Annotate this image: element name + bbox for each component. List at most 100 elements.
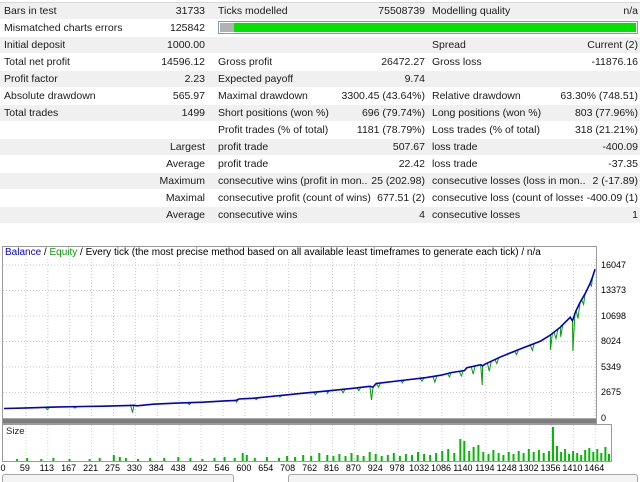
stat-label: Initial deposit (4, 39, 66, 51)
x-axis-tick-label: 1302 (518, 463, 539, 473)
x-axis-tick-label: 1086 (430, 463, 452, 473)
stats-row: Maximum consecutive wins (profit in mon..… (0, 173, 640, 190)
x-axis-tick-label: 762 (302, 463, 318, 473)
x-axis-tick-label: 708 (280, 463, 296, 473)
x-axis-tick-label: 1410 (562, 463, 583, 473)
x-axis-tick-label: 1464 (584, 463, 605, 473)
x-axis-tick-label: 275 (104, 463, 121, 473)
stats-cell: profit trade 22.42 (218, 158, 425, 170)
stats-row: Largest profit trade 507.67 loss trade -400.… (0, 139, 640, 156)
stat-label: profit trade (218, 158, 269, 170)
stat-value: 31733 (175, 5, 205, 17)
progress-fill-segment (234, 23, 636, 32)
stats-cell: Maximal (4, 192, 205, 204)
x-axis-tick-label: 0 (0, 463, 6, 473)
stats-cell: Maximum (4, 175, 205, 187)
chart-legend: Balance / Equity / Every tick (the most … (3, 247, 596, 259)
x-axis-tick-label: 113 (39, 463, 54, 473)
stats-cell: profit trade 507.67 (218, 141, 425, 153)
x-axis-tick-label: 924 (367, 463, 383, 473)
stat-label: consecutive wins (218, 209, 298, 221)
stats-row: Bars in test 31733 Ticks modelled 75508739 M… (0, 3, 640, 20)
stats-cell: Bars in test 31733 (4, 5, 205, 17)
stat-value: 2.23 (184, 73, 205, 85)
equity-legend-label: Equity (49, 247, 78, 258)
stat-value: Average (166, 158, 205, 170)
x-axis-tick-label: 816 (323, 463, 340, 473)
stats-row: Profit factor 2.23 Expected payoff 9.74 (0, 71, 640, 88)
x-axis-labels: 0 59 113 167 221 275 330 384 438 492 546 600 654 708 7… (0, 463, 640, 473)
stats-row: Total net profit 14596.12 Gross profit 2647… (0, 54, 640, 71)
stats-cell: Total trades 1499 (4, 107, 205, 119)
stat-label: Spread (432, 39, 466, 51)
stat-label: Bars in test (4, 5, 57, 17)
stats-cell: Gross profit 26472.27 (218, 56, 425, 68)
stat-value: 565.97 (172, 90, 205, 102)
x-axis-tick-label: 1248 (496, 463, 517, 473)
stat-label: Gross profit (218, 56, 273, 68)
stat-label: Total trades (4, 107, 59, 119)
stats-cell: Profit trades (% of total) 1181 (78.79%) (218, 124, 425, 136)
stats-row: Maximal consecutive profit (count of wins… (0, 190, 640, 207)
stat-label: Maximal drawdown (218, 90, 308, 102)
stat-label: Profit factor (4, 73, 58, 85)
x-axis-tick-label: 438 (170, 463, 186, 473)
stat-label: profit trade (218, 141, 269, 153)
stats-row: Absolute drawdown 565.97 Maximal drawdown 3… (0, 88, 640, 105)
x-axis-tick-label: 492 (192, 463, 208, 473)
stat-label: Loss trades (% of total) (432, 124, 540, 136)
stat-label: consecutive profit (count of wins) (218, 192, 371, 204)
y-axis-tick-label: 2675 (601, 387, 622, 398)
x-axis-tick-label: 1356 (540, 463, 561, 473)
x-axis-tick-label: 600 (236, 463, 252, 473)
stats-row: Average consecutive wins 4 consecutive loss… (0, 207, 640, 224)
size-histogram-panel: Size (2, 424, 612, 462)
stat-value: 1181 (78.79%) (356, 124, 425, 136)
stats-cell: consecutive wins (profit in mon.. 25 (202… (218, 175, 425, 187)
stats-cell: consecutive wins 4 (218, 209, 425, 221)
stat-value: Maximum (159, 175, 205, 187)
stat-label: Expected payoff (218, 73, 294, 85)
stat-label: Long positions (won %) (432, 107, 542, 119)
stats-cell: Total net profit 14596.12 (4, 56, 205, 68)
stats-cell: Ticks modelled 75508739 (218, 5, 425, 17)
stat-value: 696 (79.74%) (361, 107, 425, 119)
size-histogram (16, 425, 610, 461)
stat-value: Largest (169, 141, 205, 153)
x-axis-tick-label: 870 (345, 463, 361, 473)
stat-value: 1499 (181, 107, 205, 119)
stats-cell: Profit factor 2.23 (4, 73, 205, 85)
stat-label: consecutive losses (432, 209, 521, 221)
stat-value: 677.51 (2) (377, 192, 425, 204)
stat-label: consecutive losses (loss in mon.. (432, 175, 586, 187)
stats-row: Average profit trade 22.42 loss trade -37.35 (0, 156, 640, 173)
stat-label: loss trade (432, 158, 478, 170)
size-panel-label: Size (6, 426, 25, 437)
y-axis-tick-label: 8024 (601, 336, 622, 347)
y-axis-tick-label: 16047 (601, 260, 627, 270)
stat-value: Average (166, 209, 205, 221)
modelling-quality-progress-bar (218, 21, 638, 34)
x-axis-tick-label: 330 (126, 463, 142, 473)
x-axis-tick-label: 1032 (409, 463, 430, 473)
stat-label: Modelling quality (432, 5, 511, 17)
stats-cell: Absolute drawdown 565.97 (4, 90, 205, 102)
x-axis-tick-label: 167 (61, 463, 77, 473)
balance-equity-curves (3, 259, 596, 418)
x-axis-tick-label: 384 (148, 463, 164, 473)
stats-cell: Maximal drawdown 3300.45 (43.64%) (218, 90, 425, 102)
stats-cell: Average (4, 158, 205, 170)
stat-value: 14596.12 (161, 56, 205, 68)
stat-label: consecutive loss (count of losses) (432, 192, 583, 204)
stats-cell: Mismatched charts errors 125842 (4, 22, 205, 34)
y-axis-labels: 16047 13373 10698 8024 5349 2675 0 (600, 0, 640, 480)
stat-value: 507.67 (392, 141, 425, 153)
balance-plot-area (3, 259, 596, 418)
stats-cell: Short positions (won %) 696 (79.74%) (218, 107, 425, 119)
stat-value: 26472.27 (381, 56, 425, 68)
stat-value: 22.42 (398, 158, 425, 170)
stat-value: 125842 (169, 22, 205, 34)
stat-label: consecutive wins (profit in mon.. (218, 175, 368, 187)
balance-chart-panel: Balance / Equity / Every tick (the most … (2, 246, 597, 424)
stat-value: 75508739 (378, 5, 425, 17)
